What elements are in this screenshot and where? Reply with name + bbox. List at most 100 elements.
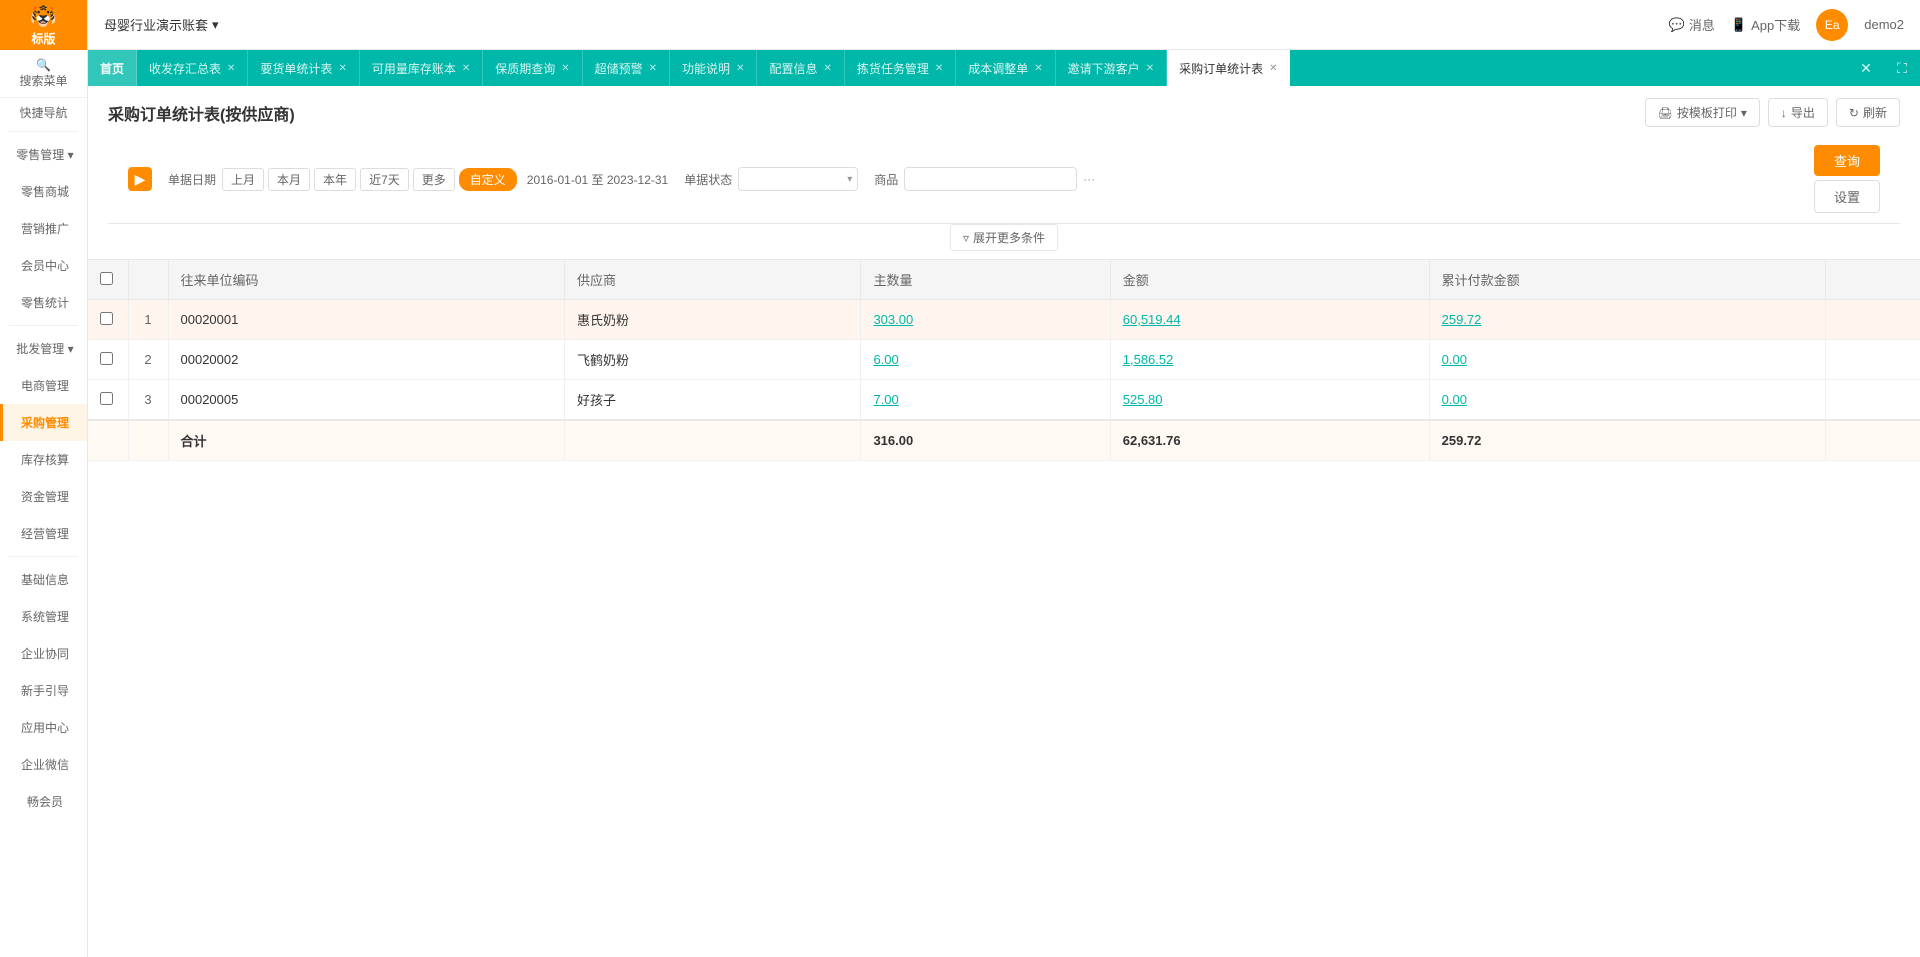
tab-expiry-query-label: 保质期查询 bbox=[495, 60, 555, 77]
row-amount-1[interactable]: 1,586.52 bbox=[1110, 340, 1429, 380]
tab-expiry-query[interactable]: 保质期查询 ✕ bbox=[483, 50, 582, 86]
tab-close-button[interactable]: ✕ bbox=[1848, 50, 1884, 86]
tab-cost-adjust[interactable]: 成本调整单 ✕ bbox=[956, 50, 1055, 86]
select-all-checkbox[interactable] bbox=[100, 272, 113, 285]
sidebar-item-basic[interactable]: 基础信息 bbox=[0, 561, 87, 598]
export-button[interactable]: ↓ 导出 bbox=[1768, 98, 1828, 127]
tab-expiry-query-close[interactable]: ✕ bbox=[561, 63, 569, 74]
refresh-icon: ↻ bbox=[1849, 106, 1859, 120]
user-name-label[interactable]: demo2 bbox=[1864, 17, 1904, 32]
sidebar-item-appcenter[interactable]: 应用中心 bbox=[0, 709, 87, 746]
sidebar-item-operations[interactable]: 经营管理 bbox=[0, 515, 87, 552]
refresh-button[interactable]: ↻ 刷新 bbox=[1836, 98, 1900, 127]
tab-available-stock[interactable]: 可用量库存账本 ✕ bbox=[360, 50, 483, 86]
tab-invite-downstream-close[interactable]: ✕ bbox=[1146, 63, 1154, 74]
row-paid-2[interactable]: 0.00 bbox=[1429, 380, 1826, 421]
tab-invite-downstream-label: 邀请下游客户 bbox=[1068, 60, 1140, 77]
tab-invite-downstream[interactable]: 邀请下游客户 ✕ bbox=[1056, 50, 1167, 86]
sidebar-item-member[interactable]: 会员中心 bbox=[0, 247, 87, 284]
goods-filter-input[interactable] bbox=[904, 167, 1077, 191]
tab-purchase-order-stat-close[interactable]: ✕ bbox=[1269, 63, 1277, 74]
tab-config-info-close[interactable]: ✕ bbox=[823, 63, 831, 74]
sidebar-item-wholesale[interactable]: 批发管理 ▾ bbox=[0, 330, 87, 367]
settings-button[interactable]: 设置 bbox=[1814, 180, 1880, 213]
row-checkbox-0 bbox=[88, 300, 128, 340]
sidebar-item-retail[interactable]: 零售管理 ▾ bbox=[0, 136, 87, 173]
tab-collect-pay-close[interactable]: ✕ bbox=[227, 63, 235, 74]
sidebar-item-ecommerce[interactable]: 电商管理 bbox=[0, 367, 87, 404]
row-check-2[interactable] bbox=[100, 392, 113, 405]
user-avatar[interactable]: Ea bbox=[1816, 9, 1848, 41]
chevron-down-icon: ▾ bbox=[68, 148, 74, 162]
sidebar-item-finance[interactable]: 资金管理 bbox=[0, 478, 87, 515]
tab-overstock-warning[interactable]: 超储预警 ✕ bbox=[583, 50, 670, 86]
tab-cost-adjust-close[interactable]: ✕ bbox=[1034, 63, 1042, 74]
query-button[interactable]: 查询 bbox=[1814, 145, 1880, 176]
row-supplier-1: 飞鹤奶粉 bbox=[565, 340, 861, 380]
row-amount-0[interactable]: 60,519.44 bbox=[1110, 300, 1429, 340]
account-dropdown[interactable]: 母婴行业演示账套 ▾ bbox=[104, 15, 219, 34]
th-checkbox bbox=[88, 260, 128, 300]
sidebar-search[interactable]: 🔍 搜索菜单 bbox=[0, 50, 87, 98]
goods-filter-more[interactable]: ··· bbox=[1083, 172, 1095, 186]
row-qty-1[interactable]: 6.00 bbox=[861, 340, 1110, 380]
tab-home[interactable]: 首页 bbox=[88, 50, 137, 86]
th-paid: 累计付款金额 bbox=[1429, 260, 1826, 300]
tab-purchase-stat[interactable]: 要货单统计表 ✕ bbox=[248, 50, 359, 86]
tab-overstock-warning-close[interactable]: ✕ bbox=[649, 63, 657, 74]
chevron-down-icon-print: ▾ bbox=[1741, 106, 1747, 120]
row-paid-0[interactable]: 259.72 bbox=[1429, 300, 1826, 340]
app-download-button[interactable]: 📱 App下载 bbox=[1731, 15, 1800, 34]
template-print-button[interactable]: 🖨 按模板打印 ▾ bbox=[1645, 98, 1760, 127]
tab-home-label: 首页 bbox=[100, 60, 124, 77]
sidebar-item-newguide[interactable]: 新手引导 bbox=[0, 672, 87, 709]
status-select[interactable] bbox=[738, 167, 858, 191]
row-paid-1[interactable]: 0.00 bbox=[1429, 340, 1826, 380]
sidebar-item-wechat[interactable]: 企业微信 bbox=[0, 746, 87, 783]
footer-paid: 259.72 bbox=[1429, 420, 1826, 461]
sidebar-item-enterprise-label: 企业协同 bbox=[21, 647, 69, 661]
sidebar-item-system[interactable]: 系统管理 bbox=[0, 598, 87, 635]
sidebar-item-vip[interactable]: 畅会员 bbox=[0, 783, 87, 820]
tab-task-mgmt[interactable]: 拣货任务管理 ✕ bbox=[845, 50, 956, 86]
message-label: 消息 bbox=[1689, 15, 1715, 34]
tab-function-desc[interactable]: 功能说明 ✕ bbox=[670, 50, 757, 86]
date-btn-this-year[interactable]: 本年 bbox=[314, 168, 356, 191]
tab-available-stock-close[interactable]: ✕ bbox=[462, 63, 470, 74]
message-button[interactable]: 💬 消息 bbox=[1669, 15, 1715, 34]
row-amount-2[interactable]: 525.80 bbox=[1110, 380, 1429, 421]
footer-empty-3 bbox=[565, 420, 861, 461]
logo-text: 标版 bbox=[31, 30, 55, 47]
sidebar-quick-nav[interactable]: 快捷导航 bbox=[0, 98, 87, 127]
sidebar-item-retail-shop[interactable]: 零售商城 bbox=[0, 173, 87, 210]
user-initials: Ea bbox=[1825, 18, 1840, 32]
footer-amount: 62,631.76 bbox=[1110, 420, 1429, 461]
sidebar-item-purchase[interactable]: 采购管理 bbox=[0, 404, 87, 441]
tab-available-stock-label: 可用量库存账本 bbox=[372, 60, 456, 77]
tab-task-mgmt-close[interactable]: ✕ bbox=[935, 63, 943, 74]
row-check-1[interactable] bbox=[100, 352, 113, 365]
tab-maximize-button[interactable]: ⛶ bbox=[1884, 50, 1920, 86]
expand-conditions-button[interactable]: ▿ 展开更多条件 bbox=[950, 224, 1058, 251]
row-qty-2[interactable]: 7.00 bbox=[861, 380, 1110, 421]
row-check-0[interactable] bbox=[100, 312, 113, 325]
tab-purchase-stat-close[interactable]: ✕ bbox=[338, 63, 346, 74]
date-btn-last-month[interactable]: 上月 bbox=[222, 168, 264, 191]
date-btn-this-month[interactable]: 本月 bbox=[268, 168, 310, 191]
date-btn-custom[interactable]: 自定义 bbox=[459, 168, 517, 191]
sidebar-item-marketing[interactable]: 营销推广 bbox=[0, 210, 87, 247]
tab-collect-pay[interactable]: 收发存汇总表 ✕ bbox=[137, 50, 248, 86]
content-area: 采购订单统计表(按供应商) 🖨 按模板打印 ▾ ↓ 导出 ↻ 刷新 bbox=[88, 86, 1920, 957]
sidebar-divider-1 bbox=[9, 131, 79, 132]
date-btn-7days[interactable]: 近7天 bbox=[360, 168, 409, 191]
logo-icon: 🐯 bbox=[30, 4, 57, 30]
tab-function-desc-close[interactable]: ✕ bbox=[736, 63, 744, 74]
filter-toggle-button[interactable]: ▶ bbox=[128, 167, 152, 191]
sidebar-item-enterprise[interactable]: 企业协同 bbox=[0, 635, 87, 672]
row-qty-0[interactable]: 303.00 bbox=[861, 300, 1110, 340]
tab-purchase-order-stat[interactable]: 采购订单统计表 ✕ bbox=[1167, 50, 1290, 86]
tab-config-info[interactable]: 配置信息 ✕ bbox=[757, 50, 844, 86]
date-btn-more[interactable]: 更多 bbox=[413, 168, 455, 191]
sidebar-item-retail-stat[interactable]: 零售统计 bbox=[0, 284, 87, 321]
sidebar-item-inventory[interactable]: 库存核算 bbox=[0, 441, 87, 478]
